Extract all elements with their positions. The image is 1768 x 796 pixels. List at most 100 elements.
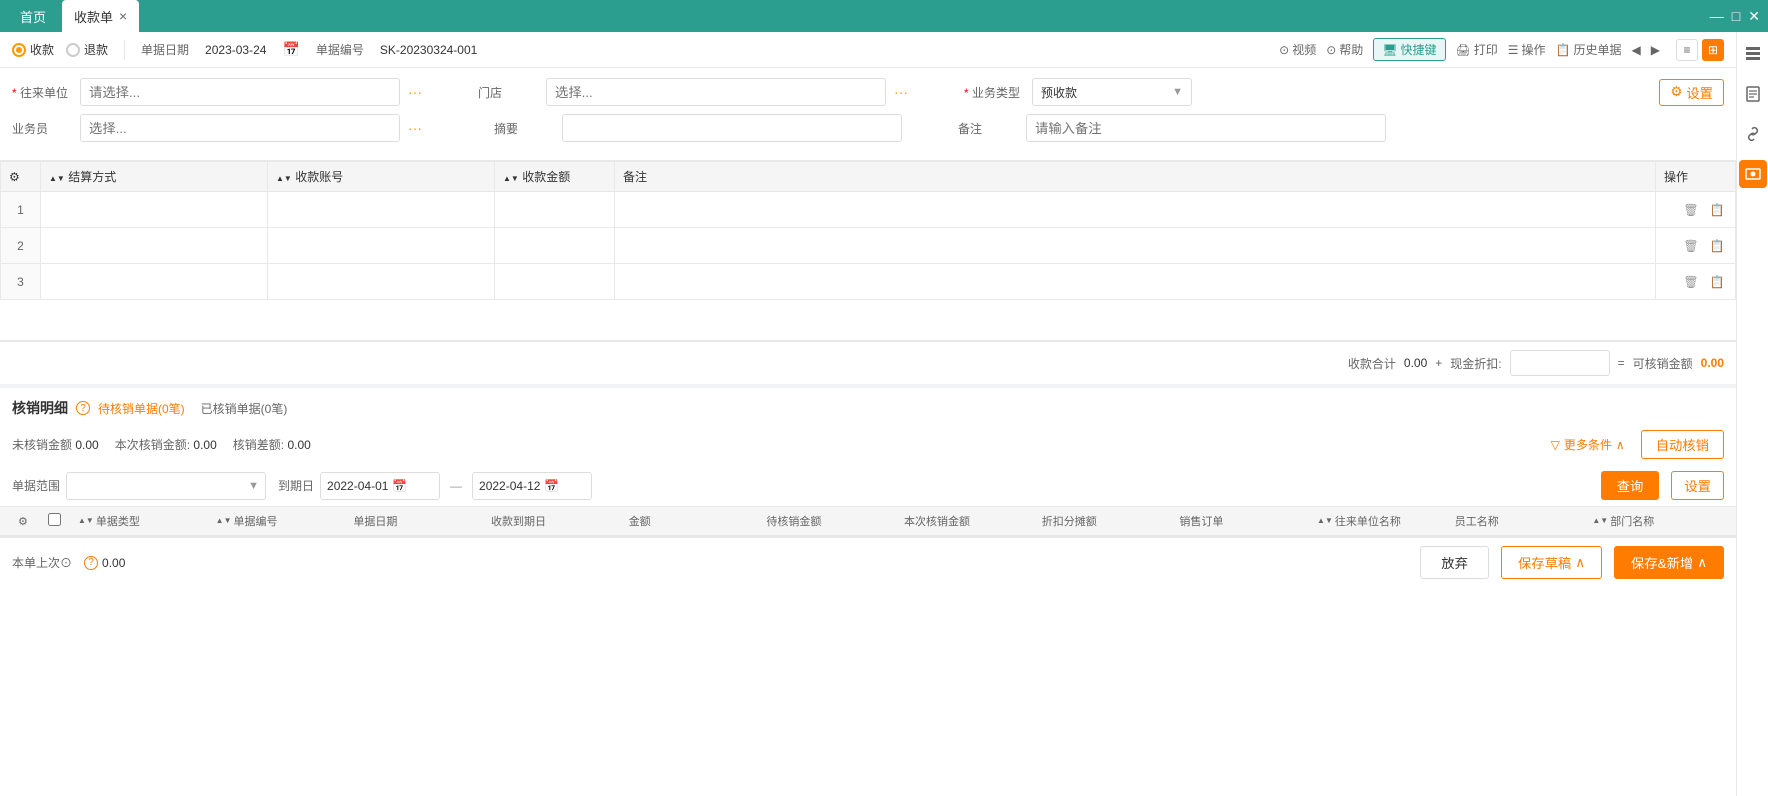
- date-to-input[interactable]: 2022-04-12 📅: [472, 472, 592, 500]
- sort-icon: ▲▼: [503, 175, 519, 183]
- note-3[interactable]: [615, 264, 1656, 300]
- current-value: 0.00: [193, 438, 216, 452]
- radio-refund[interactable]: 退款: [66, 41, 108, 58]
- main-table: ⚙ ▲▼ 结算方式 ▲▼ 收款账号 ▲▼ 收款金额 备注 操作: [0, 161, 1736, 300]
- tab-close-icon[interactable]: ×: [119, 8, 127, 24]
- detail-col-type[interactable]: ▲▼ 单据类型: [72, 513, 210, 529]
- note-2[interactable]: [615, 228, 1656, 264]
- staff-input[interactable]: [80, 114, 400, 142]
- date-label: 单据日期: [141, 41, 189, 58]
- form-area: 往来单位 ··· 门店 ··· 业务类型 预收款 ▼ ⚙ 设置 业务员 ···: [0, 68, 1736, 161]
- table-row: 3 🗑 📋: [1, 264, 1736, 300]
- detail-col-checkbox[interactable]: [42, 513, 72, 529]
- settlement-3[interactable]: [41, 264, 268, 300]
- range-select[interactable]: ▼: [66, 472, 266, 500]
- counterparty-input[interactable]: [80, 78, 400, 106]
- detail-col-staff: 员工名称: [1449, 513, 1587, 529]
- history-btn[interactable]: 📋 历史单据: [1556, 41, 1622, 58]
- note-input[interactable]: [1026, 114, 1386, 142]
- detail-col-dept[interactable]: ▲▼ 部门名称: [1586, 513, 1724, 529]
- abandon-button[interactable]: 放弃: [1420, 546, 1489, 579]
- row-num-3: 3: [1, 264, 41, 300]
- detail-settings-button[interactable]: 设置: [1671, 471, 1724, 500]
- delete-icon[interactable]: 🗑: [1681, 200, 1701, 220]
- copy-icon[interactable]: 📋: [1707, 200, 1727, 220]
- prev-icon[interactable]: ◀: [1632, 43, 1641, 57]
- toolbar-row: 收款 退款 单据日期 2023-03-24 📅 单据编号 SK-20230324…: [0, 32, 1736, 68]
- detail-col-date[interactable]: 单据日期: [347, 513, 485, 529]
- col-gear[interactable]: ⚙: [1, 162, 41, 192]
- save-draft-button[interactable]: 保存草稿 ∧: [1501, 546, 1602, 579]
- close-btn[interactable]: ✕: [1748, 8, 1760, 25]
- help-btn[interactable]: ⊙ 帮助: [1326, 41, 1363, 58]
- select-all-checkbox[interactable]: [48, 513, 61, 526]
- account-1[interactable]: [268, 192, 495, 228]
- row-num-1: 1: [1, 192, 41, 228]
- radio-receive[interactable]: 收款: [12, 41, 54, 58]
- tab-home[interactable]: 首页: [8, 0, 58, 32]
- date-to-value: 2022-04-12: [479, 479, 540, 493]
- panel-icon-link[interactable]: [1739, 120, 1767, 148]
- amount-2[interactable]: [495, 228, 615, 264]
- form-row-2: 业务员 ··· 摘要 备注: [12, 114, 1724, 142]
- pending-tab[interactable]: 待核销单据(0笔): [98, 400, 185, 417]
- info-icon[interactable]: ?: [84, 556, 98, 570]
- discount-input[interactable]: [1510, 350, 1610, 376]
- staff-label: 业务员: [12, 120, 72, 137]
- store-input[interactable]: [546, 78, 886, 106]
- info-icon[interactable]: ?: [76, 401, 90, 415]
- summary-input[interactable]: [562, 114, 902, 142]
- operate-btn[interactable]: ☰ 操作: [1508, 41, 1546, 58]
- action-2: 🗑 📋: [1656, 228, 1736, 264]
- sort-icon: ▲▼: [78, 517, 94, 525]
- store-more-icon[interactable]: ···: [894, 84, 908, 100]
- writeoff-section-header: 核销明细 ? 待核销单据(0笔) 已核销单据(0笔): [0, 384, 1736, 424]
- sort-icon: ▲▼: [216, 517, 232, 525]
- diff-value: 0.00: [287, 438, 310, 452]
- tab-active[interactable]: 收款单 ×: [62, 0, 139, 32]
- settlement-2[interactable]: [41, 228, 268, 264]
- detail-col-number[interactable]: ▲▼ 单据编号: [210, 513, 348, 529]
- shortcut-btn[interactable]: 🖥 快捷键: [1373, 38, 1445, 61]
- business-type-select[interactable]: 预收款 ▼: [1032, 78, 1192, 106]
- detail-col-partner[interactable]: ▲▼ 往来单位名称: [1311, 513, 1449, 529]
- copy-icon[interactable]: 📋: [1707, 236, 1727, 256]
- done-tab[interactable]: 已核销单据(0笔): [201, 400, 288, 417]
- tab-active-label: 收款单: [74, 7, 113, 26]
- panel-icon-table[interactable]: [1739, 40, 1767, 68]
- account-3[interactable]: [268, 264, 495, 300]
- print-btn[interactable]: 🖨 打印: [1456, 41, 1498, 58]
- counterparty-label: 往来单位: [12, 84, 72, 101]
- note-1[interactable]: [615, 192, 1656, 228]
- action-1: 🗑 📋: [1656, 192, 1736, 228]
- delete-icon[interactable]: 🗑: [1681, 236, 1701, 256]
- more-conditions-btn[interactable]: ▽ 更多条件 ∧: [1551, 436, 1625, 453]
- copy-icon[interactable]: 📋: [1707, 272, 1727, 292]
- available-label: 可核销金额: [1633, 355, 1693, 372]
- staff-more-icon[interactable]: ···: [408, 120, 422, 136]
- next-icon[interactable]: ▶: [1651, 43, 1660, 57]
- save-new-button[interactable]: 保存&新增 ∧: [1614, 546, 1724, 579]
- settlement-1[interactable]: [41, 192, 268, 228]
- footer-bar: 本单上次⊙ ? 0.00 放弃 保存草稿 ∧ 保存&新增 ∧: [0, 536, 1736, 587]
- detail-col-gear[interactable]: ⚙: [12, 515, 42, 528]
- date-from-input[interactable]: 2022-04-01 📅: [320, 472, 440, 500]
- query-button[interactable]: 查询: [1601, 471, 1660, 500]
- auto-clear-btn[interactable]: 自动核销: [1641, 430, 1724, 459]
- video-btn[interactable]: ⊙ 视频: [1279, 41, 1316, 58]
- panel-icon-doc[interactable]: [1739, 80, 1767, 108]
- minimize-btn[interactable]: —: [1710, 8, 1724, 25]
- table-row: 1 🗑 📋: [1, 192, 1736, 228]
- amount-1[interactable]: [495, 192, 615, 228]
- counterparty-more-icon[interactable]: ···: [408, 84, 422, 100]
- layout-grid-btn[interactable]: ⊞: [1702, 39, 1724, 61]
- delete-icon[interactable]: 🗑: [1681, 272, 1701, 292]
- layout-list-btn[interactable]: ≡: [1676, 39, 1698, 61]
- amount-3[interactable]: [495, 264, 615, 300]
- maximize-btn[interactable]: □: [1732, 8, 1740, 25]
- available-value: 0.00: [1701, 356, 1724, 370]
- panel-icon-screenshot[interactable]: [1739, 160, 1767, 188]
- calendar-icon[interactable]: 📅: [282, 41, 299, 58]
- settings-button[interactable]: ⚙ 设置: [1659, 79, 1724, 106]
- account-2[interactable]: [268, 228, 495, 264]
